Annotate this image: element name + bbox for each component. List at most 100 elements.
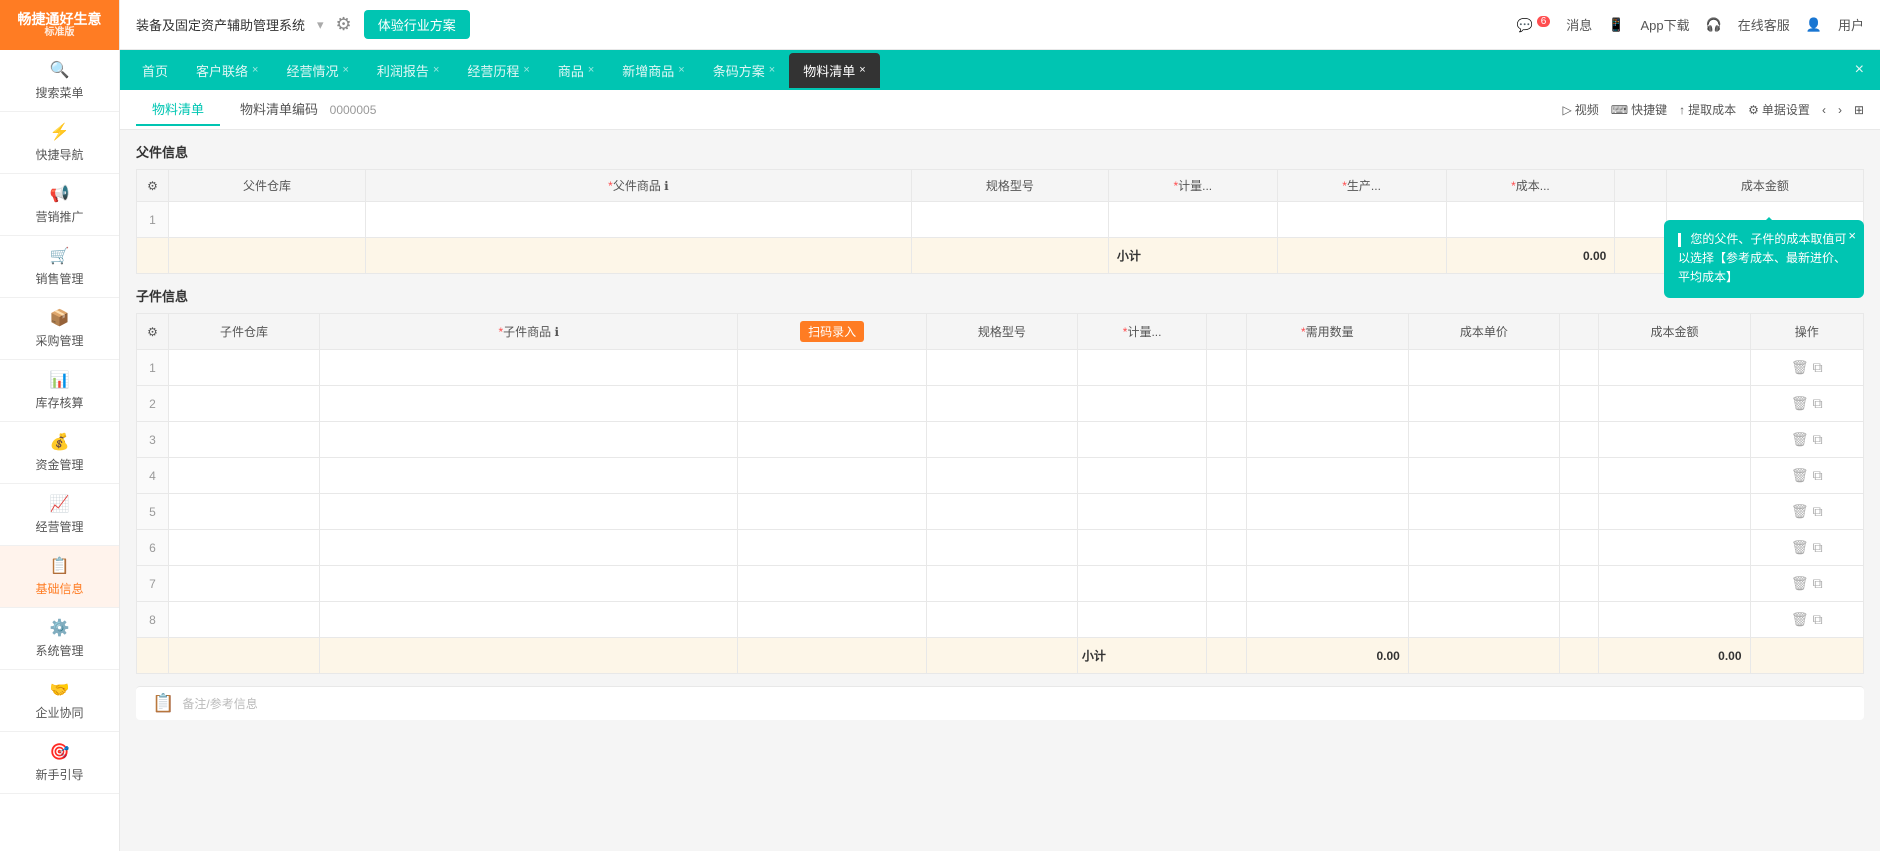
msg-icon[interactable]: 💬 6 [1517, 16, 1550, 33]
child-cell-unit-5[interactable] [1077, 494, 1206, 530]
child-cell-unit-1[interactable] [1077, 350, 1206, 386]
nav-tab-8[interactable]: 物料清单 × [789, 53, 879, 88]
delete-icon-3[interactable]: 🗑 [1791, 431, 1809, 448]
online-service-label[interactable]: 在线客服 [1738, 15, 1790, 34]
tab-close-7[interactable]: × [769, 64, 775, 76]
child-cell-unitcost-2[interactable] [1408, 386, 1559, 422]
child-cell-warehouse-4[interactable] [169, 458, 320, 494]
copy-icon-6[interactable]: ⧉ [1813, 539, 1823, 556]
topbar-settings-icon[interactable]: ⚙ [336, 14, 352, 35]
delete-icon-6[interactable]: 🗑 [1791, 539, 1809, 556]
expand-icon[interactable]: ⊞ [1854, 103, 1864, 117]
tab-close-1[interactable]: × [252, 64, 258, 76]
nav-tab-5[interactable]: 商品 × [544, 53, 608, 88]
child-cell-unitcost-5[interactable] [1408, 494, 1559, 530]
child-cell-unitcost-1[interactable] [1408, 350, 1559, 386]
tab-close-6[interactable]: × [678, 64, 684, 76]
sub-tab-code[interactable]: 物料清单编码 0000005 [224, 93, 392, 126]
child-cell-unit-4[interactable] [1077, 458, 1206, 494]
child-cell-spec-5[interactable] [926, 494, 1077, 530]
sidebar-item-系统管理[interactable]: ⚙️系统管理 [0, 608, 119, 670]
parent-cell-spec-1[interactable] [911, 202, 1108, 238]
child-cell-spec-6[interactable] [926, 530, 1077, 566]
action-doc-settings[interactable]: ⚙ 单据设置 [1748, 101, 1810, 118]
tab-close-4[interactable]: × [523, 64, 529, 76]
copy-icon-2[interactable]: ⧉ [1813, 395, 1823, 412]
sidebar-item-销售管理[interactable]: 🛒销售管理 [0, 236, 119, 298]
child-cell-warehouse-2[interactable] [169, 386, 320, 422]
tab-close-8[interactable]: × [859, 64, 865, 76]
tooltip-close-icon[interactable]: × [1848, 226, 1856, 247]
child-cell-spec-4[interactable] [926, 458, 1077, 494]
delete-icon-7[interactable]: 🗑 [1791, 575, 1809, 592]
parent-cell-cost-1[interactable] [1446, 202, 1615, 238]
child-cell-product-1[interactable] [320, 350, 738, 386]
sidebar-item-资金管理[interactable]: 💰资金管理 [0, 422, 119, 484]
nav-prev-icon[interactable]: ‹ [1822, 103, 1826, 117]
child-cell-scan-2[interactable] [738, 386, 926, 422]
action-shortcut[interactable]: ⌨ 快捷键 [1611, 101, 1667, 118]
child-cell-scan-6[interactable] [738, 530, 926, 566]
nav-tab-2[interactable]: 经营情况 × [272, 53, 362, 88]
child-cell-qty-4[interactable] [1246, 458, 1408, 494]
sidebar-item-基础信息[interactable]: 📋基础信息 [0, 546, 119, 608]
child-cell-unit-6[interactable] [1077, 530, 1206, 566]
app-download-label[interactable]: App下载 [1640, 15, 1689, 34]
tab-close-2[interactable]: × [342, 64, 348, 76]
delete-icon-2[interactable]: 🗑 [1791, 395, 1809, 412]
child-cell-qty-5[interactable] [1246, 494, 1408, 530]
child-cell-spec-7[interactable] [926, 566, 1077, 602]
sidebar-item-企业协同[interactable]: 🤝企业协同 [0, 670, 119, 732]
child-cell-unit-3[interactable] [1077, 422, 1206, 458]
child-cell-product-5[interactable] [320, 494, 738, 530]
parent-cell-product-1[interactable] [366, 202, 912, 238]
child-cell-scan-8[interactable] [738, 602, 926, 638]
parent-cell-unit-1[interactable] [1108, 202, 1277, 238]
nav-next-icon[interactable]: › [1838, 103, 1842, 117]
nav-tab-0[interactable]: 首页 [128, 53, 182, 88]
action-video[interactable]: ▷ 视频 [1563, 101, 1599, 118]
parent-cell-produce-1[interactable] [1277, 202, 1446, 238]
delete-icon-5[interactable]: 🗑 [1791, 503, 1809, 520]
sidebar-item-经营管理[interactable]: 📈经营管理 [0, 484, 119, 546]
child-cell-warehouse-8[interactable] [169, 602, 320, 638]
child-cell-scan-4[interactable] [738, 458, 926, 494]
child-cell-qty-3[interactable] [1246, 422, 1408, 458]
child-cell-product-4[interactable] [320, 458, 738, 494]
child-cell-scan-5[interactable] [738, 494, 926, 530]
child-cell-qty-8[interactable] [1246, 602, 1408, 638]
child-cell-warehouse-3[interactable] [169, 422, 320, 458]
nav-tab-3[interactable]: 利润报告 × [363, 53, 453, 88]
child-cell-product-6[interactable] [320, 530, 738, 566]
copy-icon-5[interactable]: ⧉ [1813, 503, 1823, 520]
msg-label[interactable]: 消息 [1566, 15, 1592, 34]
child-cell-spec-1[interactable] [926, 350, 1077, 386]
sidebar-item-搜索菜单[interactable]: 🔍搜索菜单 [0, 50, 119, 112]
action-extract-cost[interactable]: ↑ 提取成本 [1679, 101, 1736, 118]
child-cell-product-8[interactable] [320, 602, 738, 638]
copy-icon-7[interactable]: ⧉ [1813, 575, 1823, 592]
child-cell-warehouse-6[interactable] [169, 530, 320, 566]
parent-cell-warehouse-1[interactable] [169, 202, 366, 238]
child-cell-unitcost-8[interactable] [1408, 602, 1559, 638]
child-cell-unit-7[interactable] [1077, 566, 1206, 602]
sidebar-item-快捷导航[interactable]: ⚡快捷导航 [0, 112, 119, 174]
topbar-dropdown-icon[interactable]: ▾ [317, 17, 324, 33]
child-cell-qty-7[interactable] [1246, 566, 1408, 602]
delete-icon-8[interactable]: 🗑 [1791, 611, 1809, 628]
child-cell-product-2[interactable] [320, 386, 738, 422]
sub-tab-list[interactable]: 物料清单 [136, 93, 220, 126]
child-cell-unitcost-6[interactable] [1408, 530, 1559, 566]
delete-icon-1[interactable]: 🗑 [1791, 359, 1809, 376]
tab-close-5[interactable]: × [588, 64, 594, 76]
child-cell-spec-8[interactable] [926, 602, 1077, 638]
nav-tab-6[interactable]: 新增商品 × [608, 53, 698, 88]
nav-tab-7[interactable]: 条码方案 × [699, 53, 789, 88]
experience-btn[interactable]: 体验行业方案 [364, 10, 470, 39]
child-cell-spec-2[interactable] [926, 386, 1077, 422]
sidebar-item-新手引导[interactable]: 🎯新手引导 [0, 732, 119, 794]
child-cell-unitcost-7[interactable] [1408, 566, 1559, 602]
copy-icon-1[interactable]: ⧉ [1813, 359, 1823, 376]
child-cell-scan-1[interactable] [738, 350, 926, 386]
child-cell-scan-7[interactable] [738, 566, 926, 602]
